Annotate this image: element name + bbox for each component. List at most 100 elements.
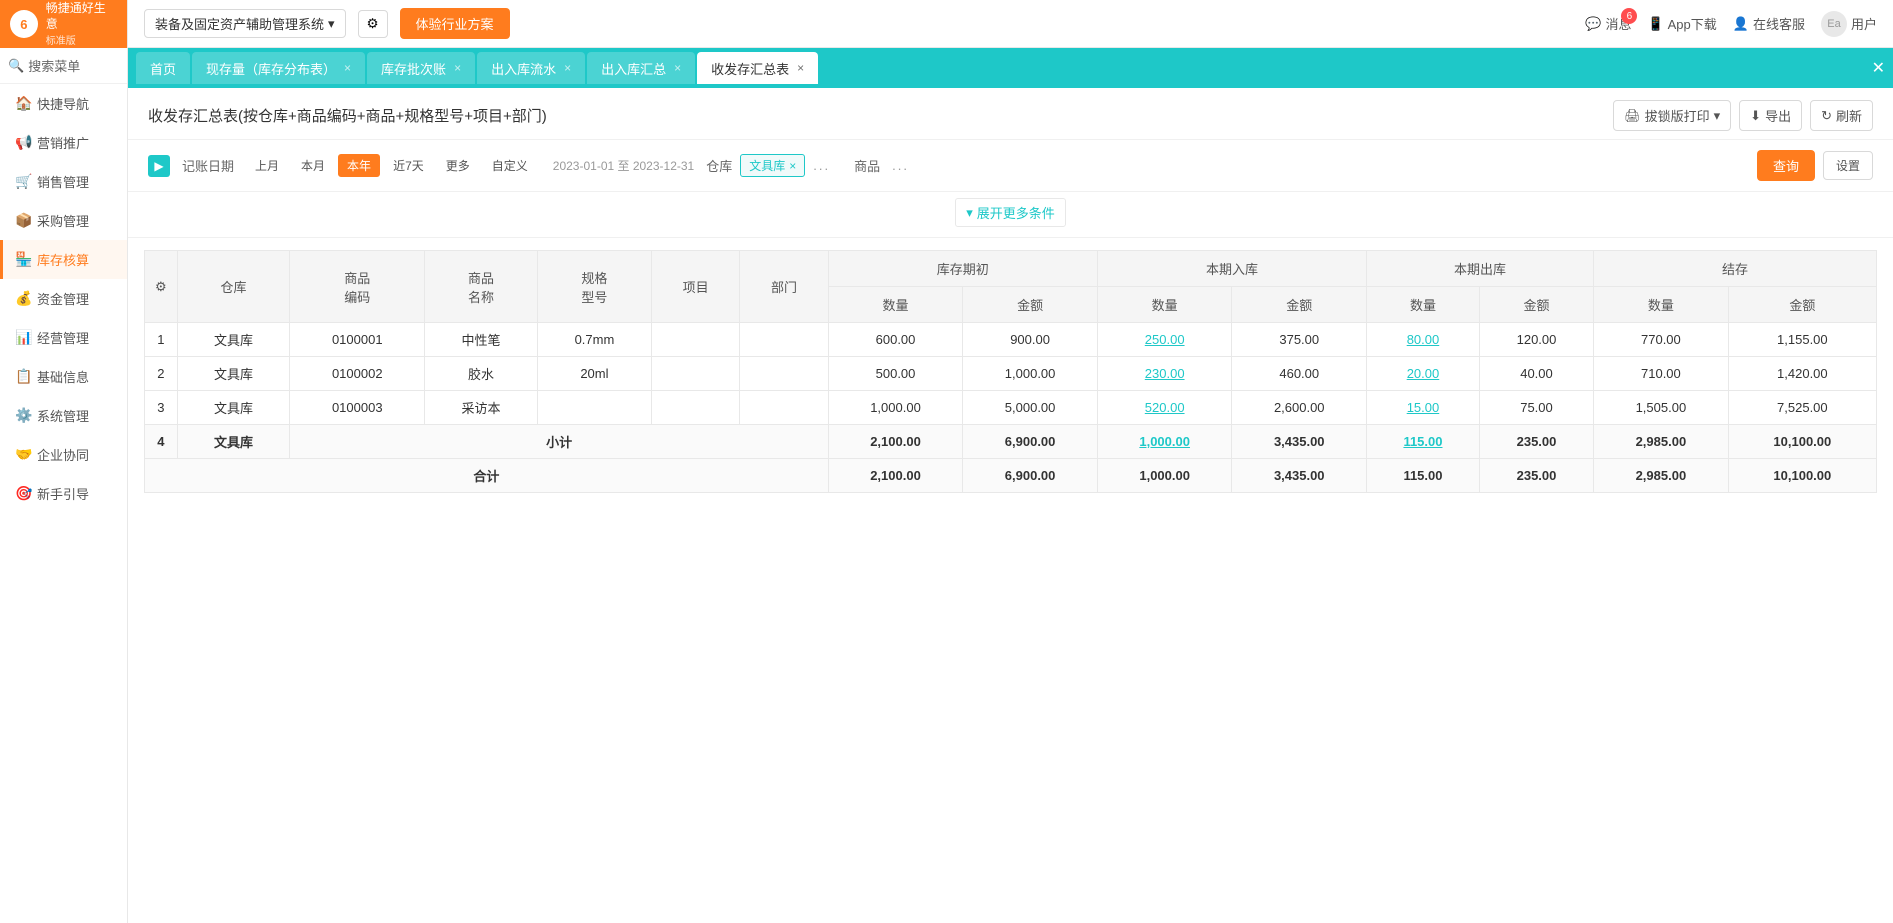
- tab-recv-send-summary[interactable]: 收发存汇总表 ×: [697, 52, 818, 84]
- tab-batch[interactable]: 库存批次账 ×: [367, 52, 475, 84]
- online-service-item[interactable]: 👤 在线客服: [1733, 14, 1805, 33]
- total-close-qty: 2,985.00: [1594, 459, 1729, 493]
- date-range-display: 2023-01-01 至 2023-12-31: [553, 157, 694, 174]
- th-goods-name: 商品名称: [425, 251, 538, 323]
- goods-more-dots[interactable]: ...: [892, 158, 909, 173]
- subtotal-no: 4: [145, 425, 178, 459]
- table-row: 1 文具库 0100001 中性笔 0.7mm 600.00 900.00 25…: [145, 323, 1877, 357]
- tab-in-out-flow[interactable]: 出入库流水 ×: [477, 52, 585, 84]
- date-btn-7days[interactable]: 近7天: [384, 154, 433, 177]
- subtotal-close-qty: 2,985.00: [1594, 425, 1729, 459]
- sidebar-label-finance: 资金管理: [37, 289, 89, 308]
- refresh-button[interactable]: ↻ 刷新: [1810, 100, 1873, 131]
- row-in-qty[interactable]: 230.00: [1097, 357, 1232, 391]
- th-close-qty: 数量: [1594, 287, 1729, 323]
- experience-button[interactable]: 体验行业方案: [400, 8, 510, 39]
- row-out-qty[interactable]: 80.00: [1367, 323, 1480, 357]
- row-in-qty[interactable]: 250.00: [1097, 323, 1232, 357]
- row-close-qty: 770.00: [1594, 323, 1729, 357]
- export-label: 导出: [1765, 106, 1791, 125]
- system-selector[interactable]: 装备及固定资产辅助管理系统 ▾: [144, 9, 346, 38]
- row-warehouse: 文具库: [177, 323, 290, 357]
- sidebar-item-sales[interactable]: 🛒 销售管理: [0, 162, 127, 201]
- app-logo: 6: [10, 10, 38, 38]
- tab-stock-dist[interactable]: 现存量（库存分布表） ×: [192, 52, 365, 84]
- operations-icon: 📊: [15, 329, 31, 346]
- goods-label: 商品: [854, 156, 880, 175]
- page-content: 收发存汇总表(按仓库+商品编码+商品+规格型号+项目+部门) 🖨 拔锁版打印 ▾…: [128, 88, 1893, 923]
- tab-home[interactable]: 首页: [136, 52, 190, 84]
- total-label: 合计: [145, 459, 829, 493]
- sidebar: 6 畅捷通好生意 标准版 🔍 搜索菜单 🏠 快捷导航 📢 营销推广 🛒 销售管理: [0, 0, 128, 923]
- sidebar-item-purchase[interactable]: 📦 采购管理: [0, 201, 127, 240]
- print-button[interactable]: 🖨 拔锁版打印 ▾: [1613, 100, 1731, 131]
- page-title-bar: 收发存汇总表(按仓库+商品编码+商品+规格型号+项目+部门) 🖨 拔锁版打印 ▾…: [128, 88, 1893, 140]
- query-button[interactable]: 查询: [1757, 150, 1815, 181]
- sidebar-item-finance[interactable]: 💰 资金管理: [0, 279, 127, 318]
- date-btn-this-month[interactable]: 本月: [292, 154, 334, 177]
- tab-in-out-summary-label: 出入库汇总: [601, 59, 666, 78]
- sidebar-item-operations[interactable]: 📊 经营管理: [0, 318, 127, 357]
- date-btn-last-month[interactable]: 上月: [246, 154, 288, 177]
- th-settings[interactable]: ⚙: [145, 251, 178, 323]
- row-out-qty[interactable]: 15.00: [1367, 391, 1480, 425]
- warehouse-more-dots[interactable]: ...: [813, 158, 830, 173]
- sidebar-item-enterprise[interactable]: 🤝 企业协同: [0, 435, 127, 474]
- print-label: 拔锁版打印: [1645, 106, 1710, 125]
- date-btn-more[interactable]: 更多: [437, 154, 479, 177]
- sidebar-item-quicknav[interactable]: 🏠 快捷导航: [0, 84, 127, 123]
- subtotal-close-amt: 10,100.00: [1728, 425, 1876, 459]
- sidebar-item-system[interactable]: ⚙️ 系统管理: [0, 396, 127, 435]
- settings-button[interactable]: ⚙: [358, 10, 388, 38]
- row-project: [652, 357, 740, 391]
- search-menu-item[interactable]: 🔍 搜索菜单: [0, 48, 127, 84]
- date-btn-custom[interactable]: 自定义: [483, 154, 537, 177]
- sidebar-item-marketing[interactable]: 📢 营销推广: [0, 123, 127, 162]
- tab-bar-close[interactable]: ✕: [1872, 58, 1885, 78]
- row-close-qty: 1,505.00: [1594, 391, 1729, 425]
- warehouse-tag-name: 文具库: [749, 157, 785, 174]
- th-goods-spec: 规格型号: [537, 251, 651, 323]
- row-in-qty[interactable]: 520.00: [1097, 391, 1232, 425]
- app-download-item[interactable]: 📱 App下载: [1647, 14, 1716, 33]
- row-spec: 0.7mm: [537, 323, 651, 357]
- row-out-amt: 75.00: [1479, 391, 1593, 425]
- row-out-qty[interactable]: 20.00: [1367, 357, 1480, 391]
- th-group-out: 本期出库: [1367, 251, 1594, 287]
- row-no: 3: [145, 391, 178, 425]
- base-icon: 📋: [15, 368, 31, 385]
- row-spec: 20ml: [537, 357, 651, 391]
- th-out-amt: 金额: [1479, 287, 1593, 323]
- warehouse-tag-close[interactable]: ×: [789, 159, 796, 173]
- tab-in-out-summary-close[interactable]: ×: [674, 61, 681, 75]
- export-icon: ⬇: [1750, 108, 1761, 124]
- tab-stock-dist-close[interactable]: ×: [344, 61, 351, 75]
- user-item[interactable]: Ea 用户: [1821, 11, 1877, 37]
- chevron-down-icon: ▾: [1714, 108, 1721, 124]
- date-buttons: 上月 本月 本年 近7天 更多 自定义: [246, 154, 537, 177]
- tab-in-out-flow-close[interactable]: ×: [564, 61, 571, 75]
- expand-label: 展开更多条件: [977, 203, 1055, 222]
- th-open-qty: 数量: [828, 287, 963, 323]
- warehouse-tag[interactable]: 文具库 ×: [740, 154, 805, 177]
- sidebar-item-inventory[interactable]: 🏪 库存核算: [0, 240, 127, 279]
- inventory-icon: 🏪: [15, 251, 31, 268]
- expand-conditions-button[interactable]: ▾ 展开更多条件: [955, 198, 1066, 227]
- sidebar-label-sales: 销售管理: [37, 172, 89, 191]
- tab-in-out-summary[interactable]: 出入库汇总 ×: [587, 52, 695, 84]
- settings-sm-button[interactable]: 设置: [1823, 151, 1873, 180]
- th-warehouse: 仓库: [177, 251, 290, 323]
- sidebar-item-base[interactable]: 📋 基础信息: [0, 357, 127, 396]
- tab-batch-close[interactable]: ×: [454, 61, 461, 75]
- subtotal-row: 4 文具库 小计 2,100.00 6,900.00 1,000.00 3,43…: [145, 425, 1877, 459]
- tab-recv-send-close[interactable]: ×: [797, 61, 804, 75]
- filter-arrow[interactable]: ▶: [148, 155, 170, 177]
- date-btn-this-year[interactable]: 本年: [338, 154, 380, 177]
- message-item[interactable]: 💬 消息 6: [1585, 14, 1631, 33]
- data-table: ⚙ 仓库 商品编码 商品名称 规格型号 项目 部门 库存期初 本期入库 本期出库…: [144, 250, 1877, 493]
- sidebar-item-guide[interactable]: 🎯 新手引导: [0, 474, 127, 513]
- tab-recv-send-label: 收发存汇总表: [711, 59, 789, 78]
- warehouse-label: 仓库: [706, 156, 732, 175]
- tab-home-label: 首页: [150, 59, 176, 78]
- export-button[interactable]: ⬇ 导出: [1739, 100, 1802, 131]
